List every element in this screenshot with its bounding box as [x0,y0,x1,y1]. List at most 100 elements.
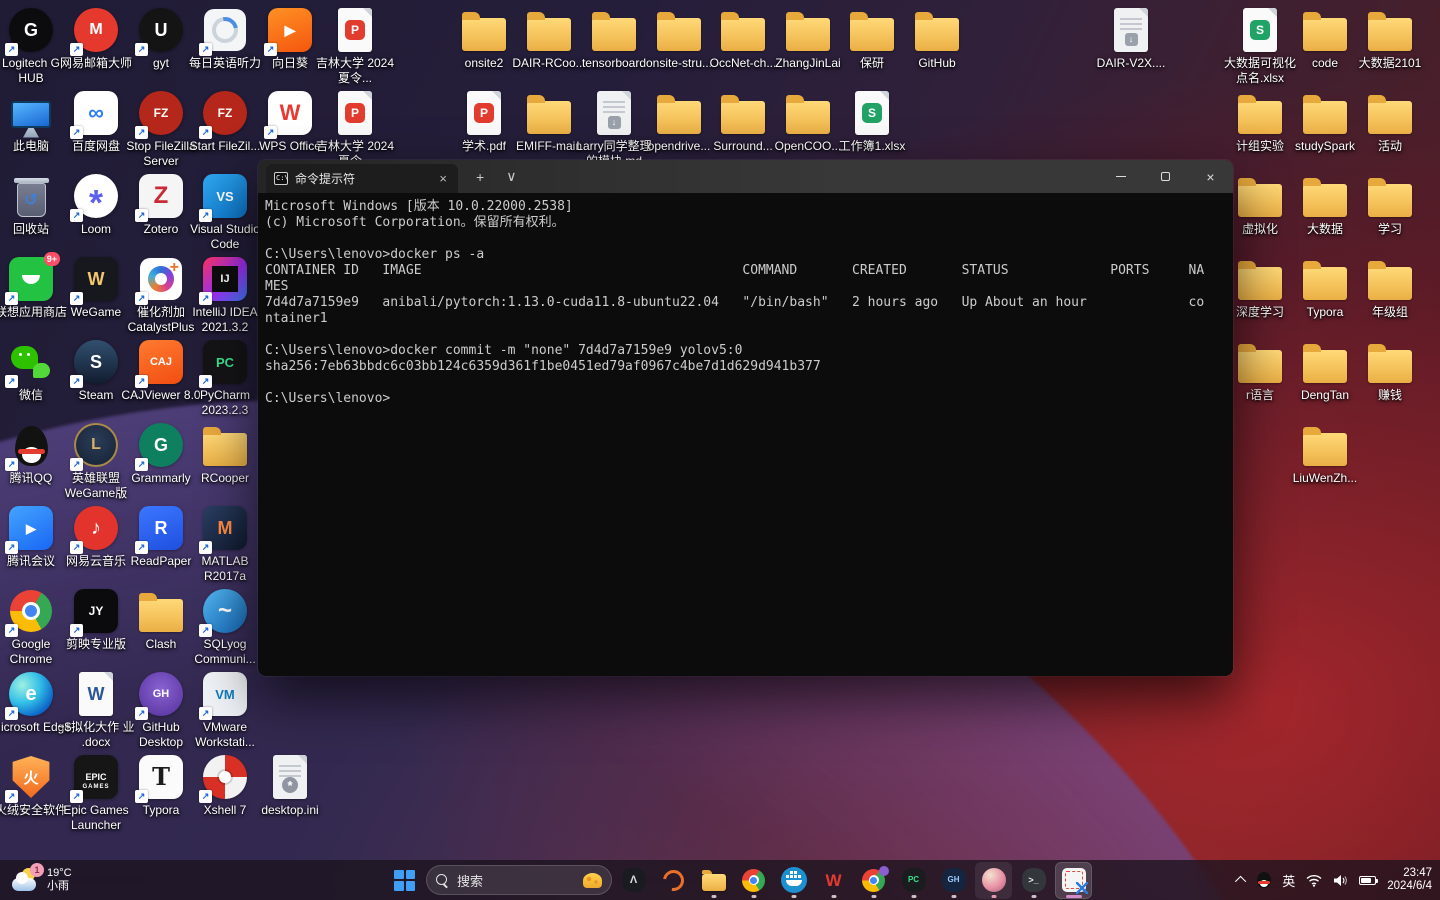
desktop-icon-visual: ~ ↗ [199,587,249,637]
taskbar-app-orange-ring-app[interactable] [655,862,692,899]
desktop-icon-visual [1366,6,1414,54]
shortcut-arrow-icon: ↗ [70,292,83,305]
desktop-icon-zhuanqian-folder[interactable]: 赚钱 [1348,338,1432,403]
app-glyph: S [89,352,102,372]
desktop-icon-visual: CAJ ↗ [135,338,185,388]
folder-icon [721,95,765,134]
folder-icon [1238,178,1282,217]
shortcut-arrow-icon: ↗ [5,790,18,803]
start-button[interactable] [386,862,423,899]
folder-icon [1303,344,1347,383]
qq-scarf [17,449,45,454]
desktop-icon-visual: ↗ [5,421,55,471]
taskbar-app-github-desktop[interactable]: GH [935,862,972,899]
weather-temp: 19°C [47,867,72,879]
taskbar-app-dark-cube-app[interactable]: Λ [615,862,652,899]
tray-qq-icon[interactable] [1257,872,1272,888]
taskbar-app-docker-desktop[interactable] [775,862,812,899]
taskbar-app-google-chrome[interactable] [735,862,772,899]
taskbar-app-wps-office[interactable]: W [815,862,852,899]
desktop-icon-label: 赚钱 [1377,388,1402,402]
app-glyph: VS [216,188,234,204]
desktop-icon-visual [848,6,896,54]
desktop-icon-visual [719,89,767,137]
folder-icon [786,12,830,51]
desktop-icon-label: GitHub [918,56,956,70]
tab-dropdown-button[interactable]: ∨ [502,168,520,185]
folder-icon [1238,344,1282,383]
desktop-icon-bigdata2101-folder[interactable]: 大数据2101 [1348,6,1432,71]
desktop-icon-sqlyog[interactable]: ~ ↗ SQLyog Communi... [183,587,267,667]
desktop-icon-visual: ↗ [199,6,249,56]
taskbar-app-pycharm[interactable]: PC [895,862,932,899]
desktop-icon-visual [1301,89,1349,137]
desktop-icon-intellij-idea[interactable]: IJ ↗ IntelliJ IDEA 2021.3.2 [183,255,267,335]
app-glyph: FZ [217,106,233,120]
taskbar-app-terminal[interactable]: >_ [1015,862,1052,899]
terminal-titlebar[interactable]: C:\ 命令提示符 × + ∨ × [258,160,1233,193]
desktop-icon-huodong-folder[interactable]: 活动 [1348,89,1432,154]
desktop-icon-visual: L ↗ [70,421,120,471]
shortcut-arrow-icon: ↗ [70,126,83,139]
taskbar-app-file-explorer[interactable] [695,862,732,899]
desktop-icon-dair-v2x-md[interactable]: ↓ DAIR-V2X.... [1089,6,1173,71]
folder-icon [657,12,701,51]
app-glyph: JY [88,604,104,618]
wifi-icon[interactable] [1306,874,1322,887]
volume-icon[interactable] [1333,874,1348,887]
running-indicator [951,894,956,898]
desktop-icon-label: gyt [152,56,169,70]
desktop-icon-workbook1-xlsx[interactable]: S 工作簿1.xlsx [830,89,914,154]
folder-icon [1368,178,1412,217]
desktop-icon-visual: ↓ [590,89,638,137]
new-tab-button[interactable]: + [472,169,488,185]
close-button[interactable]: × [1188,160,1233,193]
minimize-button[interactable] [1098,160,1143,193]
desktop-icon-xuexi-folder[interactable]: 学习 [1348,172,1432,237]
shortcut-arrow-icon: ↗ [264,126,277,139]
desktop-icon-visual [784,89,832,137]
desktop-icon-rcooper-folder[interactable]: RCooper [183,421,267,486]
terminal-output[interactable]: Microsoft Windows [版本 10.0.22000.2538] (… [258,193,1233,676]
desktop-icon-label: RCooper [200,471,250,485]
taskbar-app-chrome-profile[interactable] [855,862,892,899]
shortcut-arrow-icon: ↗ [199,43,212,56]
desktop-icon-vscode[interactable]: VS ↗ Visual Studio Code [183,172,267,252]
desktop-icon-label: Xshell 7 [203,803,247,817]
app-glyph: L [91,436,101,453]
desktop-icon-matlab[interactable]: M ↗ MATLAB R2017a [183,504,267,584]
desktop-icon-jlu-camp-pdf-2[interactable]: P吉林大学 2024夏令... [313,89,397,169]
app-glyph: ∞ [88,100,104,125]
desktop-icon-liuwenzh-folder[interactable]: LiuWenZh... [1283,421,1367,486]
app-glyph: VM [215,686,235,702]
maximize-button[interactable] [1143,160,1188,193]
desktop-icon-github-folder[interactable]: GitHub [895,6,979,71]
cmd-icon: C:\ [274,172,289,185]
desktop-icon-visual: P [331,89,379,137]
taskbar-app-avatar-app[interactable] [975,861,1012,899]
folder-icon [592,12,636,51]
app-icon: Λ [621,868,646,892]
taskbar-weather-widget[interactable]: 1 19°C 小雨 [8,860,76,900]
desktop-icon-nianjizu-folder[interactable]: 年级组 [1348,255,1432,320]
tab-close-icon[interactable]: × [436,171,450,186]
ime-indicator[interactable]: 英 [1282,871,1295,890]
app-glyph: GH [947,875,960,884]
window-controls: × [1098,160,1233,193]
desktop-icon-vmware-workstation[interactable]: VM ↗ VMware Workstati... [183,670,267,750]
desktop-icon-label: 回收站 [12,222,49,236]
file-emblem: W [87,683,105,704]
shortcut-arrow-icon: ↗ [199,375,212,388]
desktop-icon-pycharm[interactable]: PC ↗ PyCharm 2023.2.3 [183,338,267,418]
taskbar-search[interactable]: 搜索 [426,865,612,895]
desktop-icon-visual [1236,172,1284,220]
battery-icon[interactable] [1359,875,1379,885]
taskbar-app-snipaste[interactable] [1055,861,1092,899]
desktop-icon-jlu-camp-pdf-1[interactable]: P 吉林大学 2024夏令... [313,6,397,86]
desktop-icon-visual: ♪ ↗ [70,504,120,554]
file-icon-ini: * [273,755,307,799]
desktop-icon-desktop-ini[interactable]: * desktop.ini [248,753,332,818]
tray-chevron-up-icon[interactable] [1235,875,1247,888]
terminal-tab[interactable]: C:\ 命令提示符 × [266,164,458,193]
tray-clock[interactable]: 23:47 2024/6/4 [1387,867,1432,894]
